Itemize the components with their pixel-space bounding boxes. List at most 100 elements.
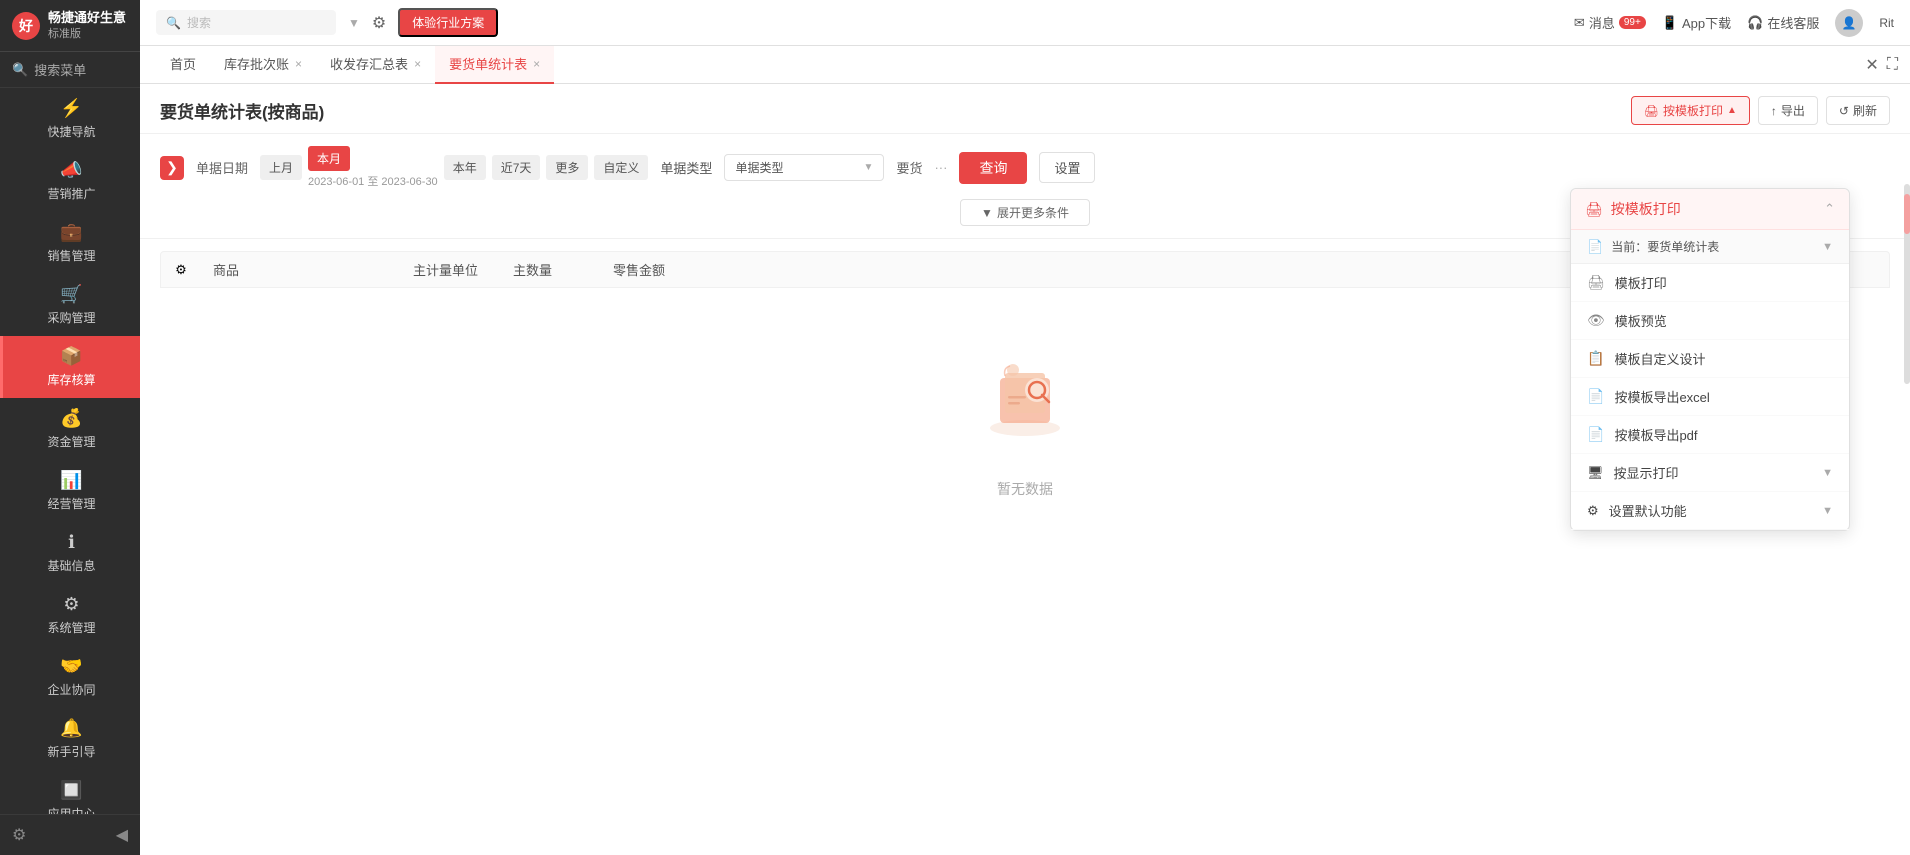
template-print-label: 模板打印	[1615, 273, 1667, 292]
sidebar-settings-icon[interactable]: ⚙	[12, 825, 26, 845]
topbar-search[interactable]: 🔍 搜索	[156, 10, 336, 35]
tab-order-stats[interactable]: 要货单统计表 ×	[435, 46, 554, 84]
date-range-display: 2023-06-01 至 2023-06-30	[308, 173, 438, 189]
dropdown-header[interactable]: 🖨 按模板打印 ⌃	[1571, 189, 1849, 230]
date-current-month-btn[interactable]: 本月	[308, 146, 350, 171]
sidebar-item-shortcuts[interactable]: ⚡ 快捷导航	[0, 88, 140, 150]
tab-inventory-batch[interactable]: 库存批次账 ×	[210, 46, 316, 84]
scroll-indicator[interactable]	[1904, 184, 1910, 384]
sidebar-search[interactable]: 🔍 搜索菜单	[0, 52, 140, 88]
more-filter-icon: ···	[934, 160, 947, 175]
sidebar-item-collab[interactable]: 🤝 企业协同	[0, 646, 140, 708]
message-icon: ✉	[1574, 15, 1585, 31]
sidebar-bottom: ⚙ ◀	[0, 814, 140, 855]
sidebar-item-basic[interactable]: ℹ 基础信息	[0, 522, 140, 584]
dropdown-item-template-custom[interactable]: 📋 模板自定义设计	[1571, 340, 1849, 378]
search-icon: 🔍	[12, 62, 28, 78]
sidebar-item-inventory[interactable]: 📦 库存核算	[0, 336, 140, 398]
maximize-window-icon[interactable]: ⛶	[1887, 56, 1898, 74]
setting-button[interactable]: 设置	[1039, 152, 1095, 183]
sidebar-item-sales[interactable]: 💼 销售管理	[0, 212, 140, 274]
sidebar-item-guide[interactable]: 🔔 新手引导	[0, 708, 140, 770]
date-current-year-btn[interactable]: 本年	[444, 155, 486, 180]
topbar-search-icon: 🔍	[166, 16, 181, 30]
dropdown-item-export-pdf[interactable]: 📄 按模板导出pdf	[1571, 416, 1849, 454]
tab-label: 收发存汇总表	[330, 54, 408, 73]
shortcuts-icon: ⚡	[60, 98, 82, 119]
tab-close-order-stats[interactable]: ×	[533, 57, 540, 71]
sidebar-item-finance[interactable]: 💰 资金管理	[0, 398, 140, 460]
sidebar-item-label: 应用中心	[47, 805, 95, 814]
sidebar-item-marketing[interactable]: 📣 营销推广	[0, 150, 140, 212]
user-avatar[interactable]: 👤	[1835, 9, 1863, 37]
refresh-button[interactable]: ↺ 刷新	[1826, 96, 1890, 125]
export-button[interactable]: ↑ 导出	[1758, 96, 1818, 125]
sidebar-item-system[interactable]: ⚙ 系统管理	[0, 584, 140, 646]
settings-icon[interactable]: ⚙	[175, 262, 187, 277]
app-download-btn[interactable]: 📱 App下载	[1662, 13, 1731, 32]
sidebar-item-purchase[interactable]: 🛒 采购管理	[0, 274, 140, 336]
tab-window-controls: ✕ ⛶	[1865, 55, 1898, 75]
dropdown-item-export-excel[interactable]: 📄 按模板导出excel	[1571, 378, 1849, 416]
search-label: 搜索菜单	[34, 60, 86, 79]
guide-icon: 🔔	[60, 718, 82, 739]
apps-icon: 🔲	[60, 780, 82, 801]
edition-label: 标准版	[48, 27, 126, 41]
sidebar-item-operation[interactable]: 📊 经营管理	[0, 460, 140, 522]
message-badge: 99+	[1619, 16, 1646, 29]
set-default-arrow-icon: ▼	[1822, 505, 1833, 517]
print-icon: 🖨	[1644, 104, 1659, 118]
filter-toggle-btn[interactable]: ❯	[160, 156, 184, 180]
date-last7days-btn[interactable]: 近7天	[492, 155, 541, 180]
th-unit: 主计量单位	[401, 252, 501, 287]
promo-button[interactable]: 体验行业方案	[398, 8, 498, 37]
dropdown-item-display-print[interactable]: 🖥 按显示打印 ▼	[1571, 454, 1849, 492]
dropdown-item-template-print[interactable]: 🖨 模板打印	[1571, 264, 1849, 302]
close-window-icon[interactable]: ✕	[1865, 55, 1878, 75]
tab-home[interactable]: 首页	[156, 46, 210, 84]
display-print-icon: 🖥	[1587, 465, 1604, 481]
marketing-icon: 📣	[60, 160, 82, 181]
online-service-btn[interactable]: 🎧 在线客服	[1747, 13, 1819, 32]
dropdown-item-template-preview[interactable]: 👁 模板预览	[1571, 302, 1849, 340]
type-filter-placeholder: 单据类型	[735, 159, 783, 176]
print-arrow-icon: ▲	[1727, 105, 1737, 116]
tab-receivable-summary[interactable]: 收发存汇总表 ×	[316, 46, 435, 84]
tab-close-inventory-batch[interactable]: ×	[295, 57, 302, 71]
template-custom-icon: 📋	[1587, 350, 1604, 367]
empty-text: 暂无数据	[997, 479, 1053, 499]
sidebar-item-label: 库存核算	[47, 371, 95, 388]
tab-label: 要货单统计表	[449, 54, 527, 73]
type-filter-select[interactable]: 单据类型 ▼	[724, 154, 884, 181]
date-filter-label: 单据日期	[196, 158, 248, 177]
tab-close-receivable-summary[interactable]: ×	[414, 57, 421, 71]
date-prev-month-btn[interactable]: 上月	[260, 155, 302, 180]
current-item-arrow-icon: ▼	[1822, 241, 1833, 253]
date-custom-btn[interactable]: 自定义	[594, 155, 648, 180]
sidebar-collapse-icon[interactable]: ◀	[116, 825, 128, 845]
content-area: 要货单统计表(按商品) 🖨 按模板打印 ▲ ↑ 导出 ↺ 刷新	[140, 84, 1910, 855]
th-amount: 零售金额	[601, 252, 721, 287]
set-default-icon: ⚙	[1587, 503, 1599, 519]
refresh-label: 刷新	[1853, 102, 1877, 119]
dropdown-item-set-default[interactable]: ⚙ 设置默认功能 ▼	[1571, 492, 1849, 530]
online-service-label: 在线客服	[1767, 13, 1819, 32]
dropdown-current-item[interactable]: 📄 当前：要货单统计表 ▼	[1571, 230, 1849, 264]
print-label: 按模板打印	[1663, 102, 1723, 119]
query-button[interactable]: 查询	[959, 152, 1027, 184]
display-print-label: 按显示打印	[1614, 463, 1679, 482]
expand-more-btn[interactable]: ▼ 展开更多条件	[960, 199, 1090, 226]
dropdown-close-icon[interactable]: ⌃	[1824, 201, 1835, 217]
export-excel-label: 按模板导出excel	[1614, 387, 1709, 406]
inventory-icon: 📦	[60, 346, 82, 367]
brand-name: 畅捷通好生意	[48, 10, 126, 27]
sidebar-item-label: 营销推广	[47, 185, 95, 202]
template-print-icon: 🖨	[1587, 274, 1605, 291]
page-header: 要货单统计表(按商品) 🖨 按模板打印 ▲ ↑ 导出 ↺ 刷新	[140, 84, 1910, 134]
sidebar: 好 畅捷通好生意 标准版 🔍 搜索菜单 ⚡ 快捷导航 📣 营销推广 💼 销售管理…	[0, 0, 140, 855]
sidebar-item-apps[interactable]: 🔲 应用中心	[0, 770, 140, 814]
print-template-button[interactable]: 🖨 按模板打印 ▲	[1631, 96, 1750, 125]
topbar-settings-icon[interactable]: ⚙	[372, 13, 386, 33]
message-btn[interactable]: ✉ 消息 99+	[1574, 13, 1646, 32]
date-more-btn[interactable]: 更多	[546, 155, 588, 180]
